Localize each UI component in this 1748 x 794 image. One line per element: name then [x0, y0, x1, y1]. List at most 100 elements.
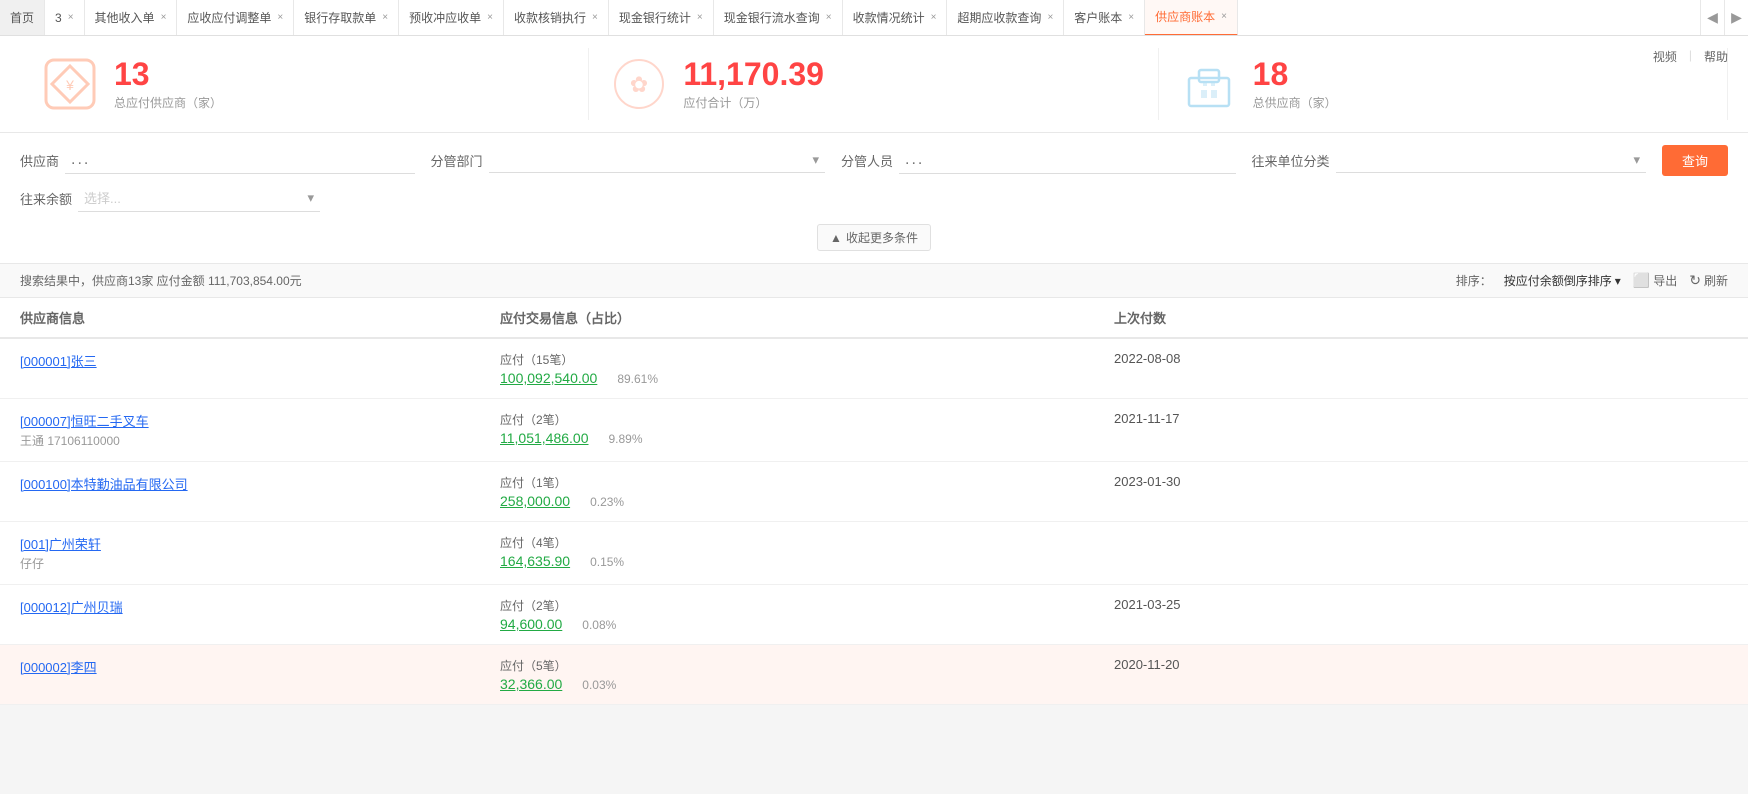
- nav-tab-recv-stat-label: 收款情况统计: [853, 9, 925, 26]
- card2-content: 11,170.39 应付合计（万）: [683, 58, 824, 111]
- table-row: [000002]李四 应付（5笔） 32,366.00 0.03% 2020-1…: [0, 645, 1748, 705]
- last-payment-3: 2023-01-30: [1114, 474, 1181, 489]
- txn-label-6: 应付（5笔）: [500, 657, 1114, 674]
- filter-person-input[interactable]: [899, 147, 1235, 174]
- sort-label: 排序：: [1456, 272, 1492, 289]
- nav-tab-customer-acct[interactable]: 客户账本 ×: [1064, 0, 1145, 36]
- nav-tab-home[interactable]: 首页: [0, 0, 45, 36]
- nav-tab-cash-bank-stat[interactable]: 现金银行统计 ×: [609, 0, 714, 36]
- video-link[interactable]: 视频: [1653, 48, 1677, 65]
- supplier-link-2[interactable]: [000007]恒旺二手叉车: [20, 411, 500, 430]
- nav-tab-supplier-acct-close[interactable]: ×: [1221, 11, 1227, 22]
- txn-amount-6[interactable]: 32,366.00: [500, 676, 562, 692]
- supplier-link-6[interactable]: [000002]李四: [20, 657, 500, 676]
- nav-tab-ap-adjust-close[interactable]: ×: [277, 12, 283, 23]
- filter-person-label: 分管人员: [841, 151, 893, 170]
- filter-item-dept: 分管部门 ▾: [431, 148, 826, 173]
- supplier-sub-2: 王通 17106110000: [20, 432, 500, 449]
- table-row: [000012]广州贝瑞 应付（2笔） 94,600.00 0.08% 2021…: [0, 585, 1748, 645]
- collapse-button[interactable]: ▲ 收起更多条件: [817, 224, 931, 251]
- help-link[interactable]: 帮助: [1704, 48, 1728, 65]
- txn-amount-5[interactable]: 94,600.00: [500, 616, 562, 632]
- card1-icon: ¥: [40, 54, 100, 114]
- filter-item-supplier: 供应商: [20, 147, 415, 174]
- supplier-link-4[interactable]: [001]广州荣轩: [20, 534, 500, 553]
- txn-row-6: 32,366.00 0.03%: [500, 674, 1114, 692]
- filter-balance-label: 往来余额: [20, 189, 72, 208]
- lastpay-cell-3: 2023-01-30: [1114, 474, 1728, 489]
- nav-tab-overdue-recv-close[interactable]: ×: [1047, 12, 1053, 23]
- nav-tab-other-income[interactable]: 其他收入单 ×: [85, 0, 178, 36]
- filter-item-category: 往来单位分类 ▾: [1252, 148, 1647, 173]
- txn-amount-1[interactable]: 100,092,540.00: [500, 370, 597, 386]
- nav-tab-prepay-charge-close[interactable]: ×: [487, 12, 493, 23]
- collapse-label: 收起更多条件: [846, 229, 918, 246]
- nav-tab-recv-stat-close[interactable]: ×: [931, 12, 937, 23]
- txn-cell-6: 应付（5笔） 32,366.00 0.03%: [500, 657, 1114, 692]
- card3-content: 18 总供应商（家）: [1253, 58, 1337, 111]
- summary-card-3: 18 总供应商（家）: [1159, 48, 1728, 120]
- filter-dept-select[interactable]: ▾: [489, 148, 825, 173]
- card1-number: 13: [114, 58, 222, 90]
- nav-tab-cash-bank-stat-close[interactable]: ×: [697, 12, 703, 23]
- supplier-cell-5: [000012]广州贝瑞: [20, 597, 500, 616]
- nav-tab-recv-stat[interactable]: 收款情况统计 ×: [843, 0, 948, 36]
- supplier-sub-4: 仔仔: [20, 555, 500, 572]
- export-icon: ⬜: [1633, 272, 1650, 289]
- nav-tab-overdue-recv[interactable]: 超期应收款查询 ×: [947, 0, 1064, 36]
- table-row: [000001]张三 应付（15笔） 100,092,540.00 89.61%…: [0, 339, 1748, 399]
- sort-dropdown-icon: ▾: [1615, 274, 1621, 288]
- filter-balance-select[interactable]: 选择... ▾: [78, 184, 320, 212]
- filter-dept-label: 分管部门: [431, 151, 483, 170]
- txn-row-1: 100,092,540.00 89.61%: [500, 368, 1114, 386]
- col-header-supplier: 供应商信息: [20, 308, 500, 327]
- search-button[interactable]: 查询: [1662, 145, 1728, 176]
- filter-category-select[interactable]: ▾: [1336, 148, 1646, 173]
- nav-tab-other-income-close[interactable]: ×: [161, 12, 167, 23]
- nav-prev-arrow[interactable]: ◀: [1700, 0, 1724, 36]
- nav-tab-recv-verify-close[interactable]: ×: [592, 12, 598, 23]
- filter-row-1: 供应商 分管部门 ▾ 分管人员 往来单位分类 ▾ 查询: [20, 145, 1728, 176]
- supplier-link-1[interactable]: [000001]张三: [20, 351, 500, 370]
- nav-tab-prepay-charge[interactable]: 预收冲应收单 ×: [399, 0, 504, 36]
- sort-select[interactable]: 按应付余额倒序排序 ▾: [1504, 272, 1621, 289]
- nav-tab-supplier-acct[interactable]: 供应商账本 ×: [1145, 0, 1238, 36]
- table-header: 供应商信息 应付交易信息（占比） 上次付数: [0, 298, 1748, 339]
- table-row: [000007]恒旺二手叉车 王通 17106110000 应付（2笔） 11,…: [0, 399, 1748, 462]
- nav-tab-recv-verify[interactable]: 收款核销执行 ×: [504, 0, 609, 36]
- nav-tab-overdue-recv-label: 超期应收款查询: [957, 9, 1041, 26]
- nav-tab-cash-bank-flow[interactable]: 现金银行流水查询 ×: [714, 0, 843, 36]
- supplier-link-5[interactable]: [000012]广州贝瑞: [20, 597, 500, 616]
- filter-supplier-input[interactable]: [65, 147, 414, 174]
- card2-icon: ✿: [609, 54, 669, 114]
- supplier-cell-3: [000100]本特勤油品有限公司: [20, 474, 500, 493]
- card3-number: 18: [1253, 58, 1337, 90]
- export-button[interactable]: ⬜ 导出: [1633, 272, 1677, 289]
- nav-tab-bank-deposit[interactable]: 银行存取款单 ×: [294, 0, 399, 36]
- nav-tab-ap-adjust-label: 应收应付调整单: [187, 9, 271, 26]
- nav-tab-cash-bank-flow-close[interactable]: ×: [826, 12, 832, 23]
- last-payment-6: 2020-11-20: [1114, 657, 1180, 672]
- top-nav: 首页 3 × 其他收入单 × 应收应付调整单 × 银行存取款单 × 预收冲应收单…: [0, 0, 1748, 36]
- nav-tab-3-close[interactable]: ×: [68, 12, 74, 23]
- txn-row-3: 258,000.00 0.23%: [500, 491, 1114, 509]
- nav-tab-ap-adjust[interactable]: 应收应付调整单 ×: [177, 0, 294, 36]
- results-bar: 搜索结果中，供应商13家 应付金额 111,703,854.00元 排序： 按应…: [0, 264, 1748, 298]
- collapse-up-icon: ▲: [830, 231, 842, 245]
- txn-amount-3[interactable]: 258,000.00: [500, 493, 570, 509]
- lastpay-cell-1: 2022-08-08: [1114, 351, 1728, 366]
- supplier-cell-2: [000007]恒旺二手叉车 王通 17106110000: [20, 411, 500, 449]
- txn-amount-4[interactable]: 164,635.90: [500, 553, 570, 569]
- nav-tab-bank-deposit-close[interactable]: ×: [382, 12, 388, 23]
- supplier-link-3[interactable]: [000100]本特勤油品有限公司: [20, 474, 500, 493]
- txn-label-5: 应付（2笔）: [500, 597, 1114, 614]
- category-dropdown-icon: ▾: [1633, 152, 1640, 168]
- txn-amount-2[interactable]: 11,051,486.00: [500, 430, 589, 446]
- summary-card-1: ¥ 13 总应付供应商（家）: [20, 48, 589, 120]
- nav-tab-customer-acct-close[interactable]: ×: [1128, 12, 1134, 23]
- results-right-actions: 排序： 按应付余额倒序排序 ▾ ⬜ 导出 ↻ 刷新: [1456, 272, 1728, 289]
- lastpay-cell-2: 2021-11-17: [1114, 411, 1728, 426]
- nav-next-arrow[interactable]: ▶: [1724, 0, 1748, 36]
- nav-tab-3[interactable]: 3 ×: [45, 0, 85, 36]
- refresh-button[interactable]: ↻ 刷新: [1689, 272, 1728, 289]
